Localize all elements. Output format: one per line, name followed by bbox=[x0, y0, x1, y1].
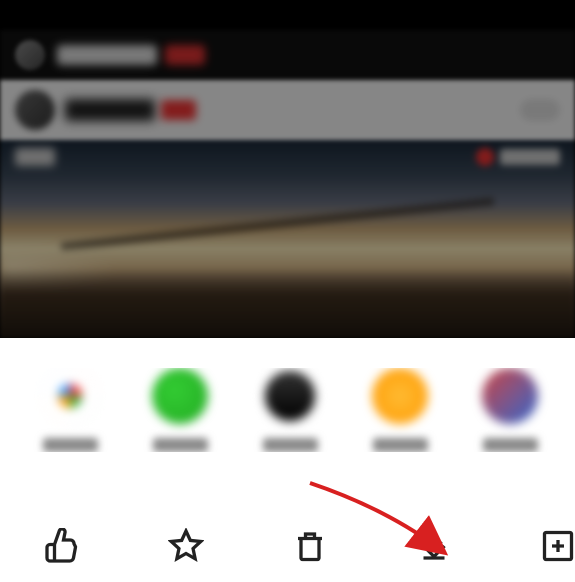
like-button[interactable] bbox=[30, 520, 94, 572]
star-icon bbox=[372, 368, 428, 424]
trash-icon bbox=[292, 528, 328, 564]
share-target-star[interactable] bbox=[360, 368, 440, 452]
wechat-icon bbox=[152, 368, 208, 424]
share-target-multicolor[interactable] bbox=[30, 368, 110, 452]
plus-box-icon bbox=[540, 528, 575, 564]
share-targets-row bbox=[0, 368, 575, 452]
multicolor-icon bbox=[42, 368, 98, 424]
star-outline-icon bbox=[168, 528, 204, 564]
modal-dimmer[interactable] bbox=[0, 0, 575, 338]
share-target-wechat[interactable] bbox=[140, 368, 220, 452]
download-button[interactable] bbox=[402, 520, 466, 572]
actions-row bbox=[0, 520, 575, 582]
share-target-qq[interactable] bbox=[250, 368, 330, 452]
other-icon bbox=[482, 368, 538, 424]
qq-icon bbox=[262, 368, 318, 424]
share-label-blur bbox=[153, 438, 208, 452]
thumbs-up-icon bbox=[44, 528, 80, 564]
share-label-blur bbox=[43, 438, 98, 452]
share-target-other[interactable] bbox=[470, 368, 550, 452]
add-button[interactable] bbox=[526, 520, 575, 572]
share-label-blur bbox=[483, 438, 538, 452]
share-sheet bbox=[0, 338, 575, 582]
favorite-button[interactable] bbox=[154, 520, 218, 572]
download-icon bbox=[416, 528, 452, 564]
share-label-blur bbox=[263, 438, 318, 452]
delete-button[interactable] bbox=[278, 520, 342, 572]
share-label-blur bbox=[373, 438, 428, 452]
